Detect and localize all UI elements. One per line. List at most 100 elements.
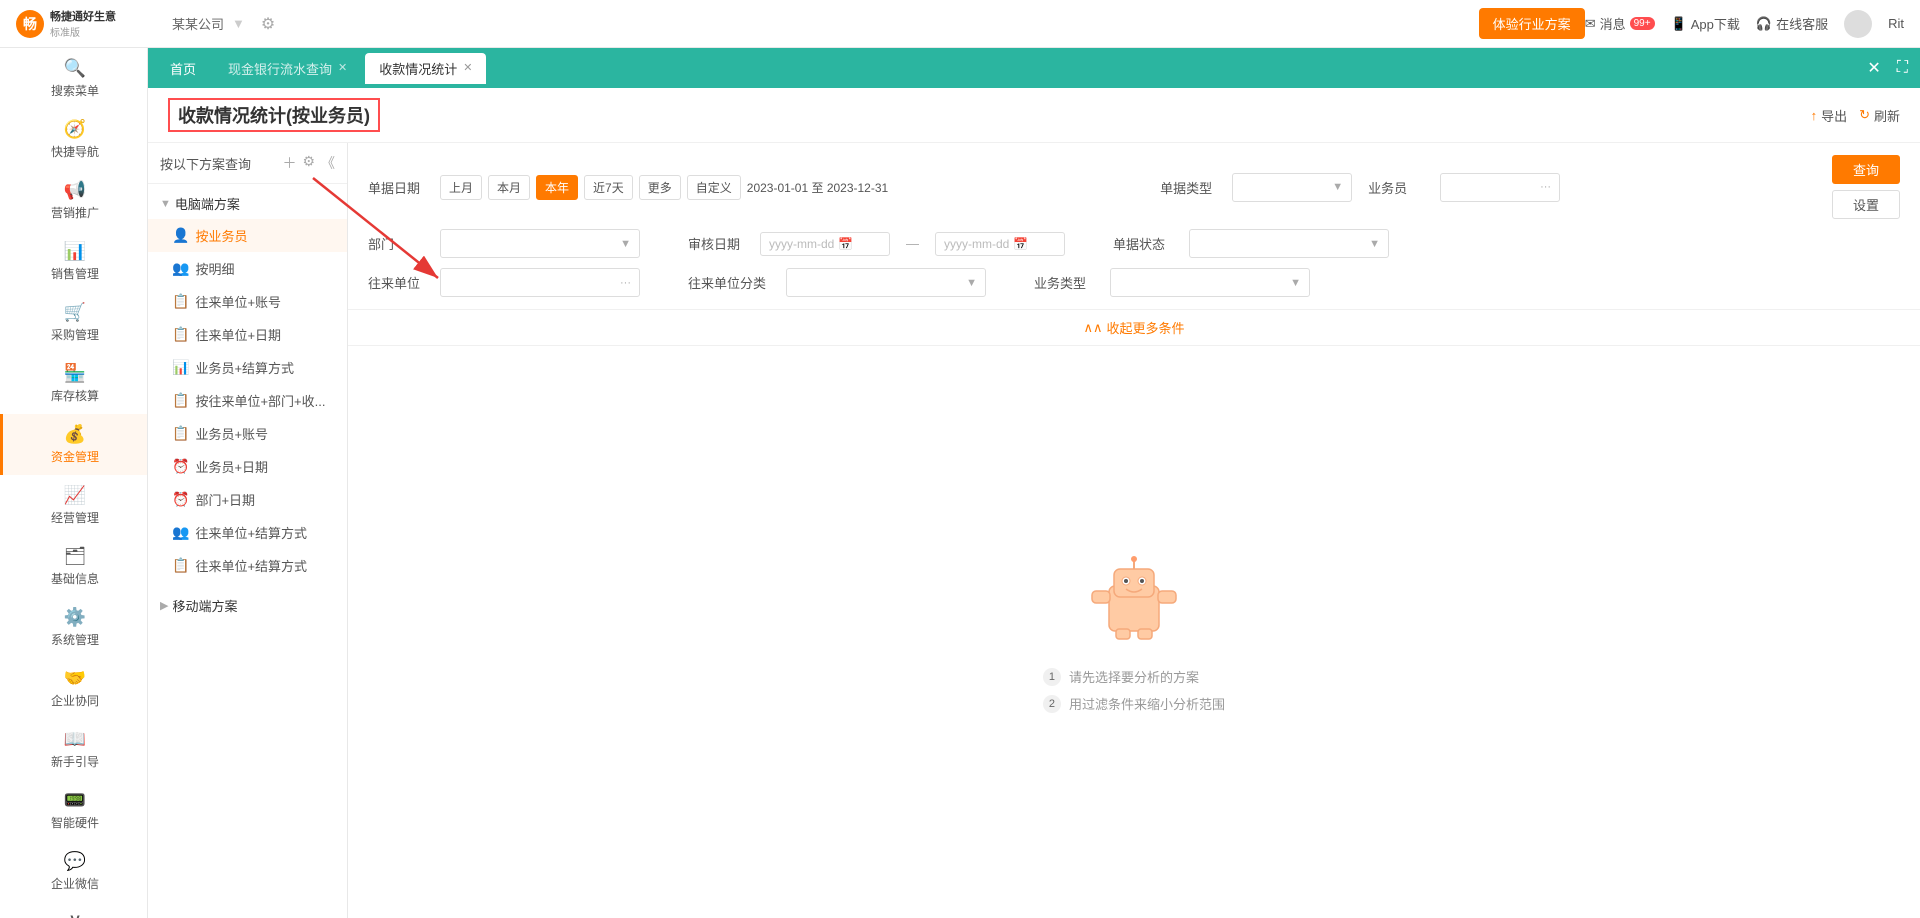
partner-select[interactable]: ··· (440, 268, 640, 297)
tab-maximize-button[interactable]: ⛶ (1893, 55, 1912, 81)
trial-button[interactable]: 体验行业方案 (1479, 8, 1585, 39)
collapse-scheme-icon[interactable]: 《 (321, 153, 335, 173)
scheme-item-salesman-payment[interactable]: 📊 业务员+结算方式 (148, 351, 347, 384)
date-btn-custom[interactable]: 自定义 (687, 175, 741, 200)
salesman-select[interactable]: ··· (1440, 173, 1560, 202)
partner-account-icon: 📋 (172, 293, 189, 310)
filter-row-3: 往来单位 ··· 往来单位分类 ▼ 业务类型 (368, 268, 1900, 297)
sidebar-item-inventory[interactable]: 🏪 库存核算 (0, 353, 147, 414)
tab-close-bank-flow[interactable]: ✕ (338, 63, 347, 74)
app-download-button[interactable]: 📱 App下载 (1671, 14, 1740, 33)
settings-button[interactable]: 设置 (1832, 190, 1900, 219)
guide-icon: 📖 (64, 729, 86, 750)
date-btn-last-month[interactable]: 上月 (440, 175, 482, 200)
doc-status-select[interactable]: ▼ (1189, 229, 1389, 258)
wechat-icon: 💬 (64, 851, 86, 872)
refresh-icon: ↻ (1859, 107, 1870, 123)
logo-area: 畅 畅捷通好生意 标准版 (16, 8, 164, 39)
audit-date-start-input[interactable]: yyyy-mm-dd 📅 (760, 232, 890, 256)
tab-close-collection-stats[interactable]: ✕ (463, 63, 472, 74)
export-button[interactable]: ↑ 导出 (1811, 106, 1848, 125)
content-area: 按以下方案查询 ＋ ⚙ 《 ▼ 电脑端方案 👤 按业务员 (148, 143, 1920, 918)
partner-settlement2-icon: 📋 (172, 557, 189, 574)
partner-more-icon[interactable]: ··· (620, 277, 631, 289)
search-icon: 🔍 (64, 58, 86, 79)
sidebar-item-marketing[interactable]: 📢 营销推广 (0, 170, 147, 231)
tab-close-all-button[interactable]: ✕ (1863, 54, 1884, 82)
partner-class-label: 往来单位分类 (688, 273, 766, 292)
doc-status-chevron: ▼ (1369, 238, 1380, 250)
tab-collection-stats[interactable]: 收款情况统计 ✕ (365, 53, 486, 84)
messages-button[interactable]: ✉ 消息 99+ (1585, 14, 1655, 33)
sidebar-item-basicinfo[interactable]: 🗂 基础信息 (0, 536, 147, 597)
sidebar-item-operations[interactable]: 📈 经营管理 (0, 475, 147, 536)
sales-icon: 📊 (64, 241, 86, 262)
salesman-more-icon[interactable]: ··· (1540, 181, 1551, 193)
sidebar-item-finance[interactable]: 💰 资金管理 (0, 414, 147, 475)
user-avatar[interactable] (1844, 10, 1872, 38)
scheme-item-partner-settlement1[interactable]: 👥 往来单位+结算方式 (148, 516, 347, 549)
desktop-expand-icon: ▼ (160, 198, 171, 210)
settings-scheme-icon[interactable]: ⚙ (302, 153, 315, 173)
scheme-item-salesman-date[interactable]: ⏰ 业务员+日期 (148, 450, 347, 483)
sidebar-item-hardware[interactable]: 📟 智能硬件 (0, 780, 147, 841)
date-btn-this-month[interactable]: 本月 (488, 175, 530, 200)
sidebar-item-wechat[interactable]: 💬 企业微信 (0, 841, 147, 902)
scheme-item-partner-account[interactable]: 📋 往来单位+账号 (148, 285, 347, 318)
sidebar-item-search[interactable]: 🔍 搜索菜单 (0, 48, 147, 109)
scheme-item-detail[interactable]: 👥 按明细 (148, 252, 347, 285)
tab-bar-actions: ✕ ⛶ (1863, 54, 1912, 82)
refresh-button[interactable]: ↻ 刷新 (1859, 106, 1900, 125)
breadcrumb: 某某公司 ▼ ⚙ (164, 14, 1479, 34)
sidebar-item-guide[interactable]: 📖 新手引导 (0, 719, 147, 780)
partner-class-select[interactable]: ▼ (786, 268, 986, 297)
dept-label: 部门 (368, 234, 424, 253)
date-btn-last-7-days[interactable]: 近7天 (584, 175, 633, 200)
audit-date-end-input[interactable]: yyyy-mm-dd 📅 (935, 232, 1065, 256)
partner-dept-icon: 📋 (172, 392, 189, 409)
sidebar-item-membership[interactable]: V 畅会员 (0, 902, 147, 918)
date-separator: — (906, 236, 919, 251)
scheme-item-partner-date[interactable]: 📋 往来单位+日期 (148, 318, 347, 351)
scheme-item-salesman[interactable]: 👤 按业务员 (148, 219, 347, 252)
marketing-icon: 📢 (64, 180, 86, 201)
sidebar-item-purchase[interactable]: 🛒 采购管理 (0, 292, 147, 353)
sidebar-item-corp-collab[interactable]: 🤝 企业协同 (0, 658, 147, 719)
add-scheme-icon[interactable]: ＋ (282, 153, 296, 173)
finance-icon: 💰 (64, 424, 86, 445)
voucher-type-select[interactable]: ▼ (1232, 173, 1352, 202)
scheme-header-actions: ＋ ⚙ 《 (282, 153, 335, 173)
biz-type-select[interactable]: ▼ (1110, 268, 1310, 297)
salesman-account-icon: 📋 (172, 425, 189, 442)
top-right-actions: ✉ 消息 99+ 📱 App下载 🎧 在线客服 Rit (1585, 10, 1904, 38)
settings-gear-icon[interactable]: ⚙ (261, 14, 275, 34)
voucher-type-chevron: ▼ (1332, 181, 1343, 193)
sidebar-item-system[interactable]: ⚙️ 系统管理 (0, 597, 147, 658)
download-icon: 📱 (1671, 16, 1687, 32)
scheme-item-dept-date[interactable]: ⏰ 部门+日期 (148, 483, 347, 516)
dept-select[interactable]: ▼ (440, 229, 640, 258)
scheme-item-partner-dept[interactable]: 📋 按往来单位+部门+收... (148, 384, 347, 417)
mobile-scheme-title[interactable]: ▶ 移动端方案 (148, 590, 347, 621)
tab-home[interactable]: 首页 (156, 53, 210, 84)
tab-bank-flow[interactable]: 现金银行流水查询 ✕ (214, 53, 361, 84)
online-service-button[interactable]: 🎧 在线客服 (1756, 14, 1828, 33)
query-button[interactable]: 查询 (1832, 155, 1900, 184)
layout: 🔍 搜索菜单 🧭 快捷导航 📢 营销推广 📊 销售管理 🛒 采购管理 🏪 库存核… (0, 0, 1920, 918)
collapse-icon: ∧∧ (1083, 320, 1102, 336)
desktop-scheme-section: ▼ 电脑端方案 👤 按业务员 👥 按明细 📋 往来单位+账号 (148, 184, 347, 586)
scheme-item-salesman-account[interactable]: 📋 业务员+账号 (148, 417, 347, 450)
sidebar-item-quicknav[interactable]: 🧭 快捷导航 (0, 109, 147, 170)
scheme-item-partner-settlement2[interactable]: 📋 往来单位+结算方式 (148, 549, 347, 582)
collapse-bar[interactable]: ∧∧ 收起更多条件 (348, 310, 1920, 346)
empty-state: 1 请先选择要分析的方案 2 用过滤条件来缩小分析范围 (348, 346, 1920, 918)
mobile-expand-icon: ▶ (160, 599, 168, 612)
desktop-scheme-title[interactable]: ▼ 电脑端方案 (148, 188, 347, 219)
sidebar-item-sales[interactable]: 📊 销售管理 (0, 231, 147, 292)
empty-hint-1: 1 请先选择要分析的方案 (1043, 667, 1225, 686)
page-title: 收款情况统计(按业务员) (168, 98, 380, 132)
operations-icon: 📈 (64, 485, 86, 506)
date-btn-this-year[interactable]: 本年 (536, 175, 578, 200)
date-btn-more[interactable]: 更多 (639, 175, 681, 200)
filter-area: 单据日期 上月 本月 本年 近7天 更多 自定义 2023-01-01 至 20… (348, 143, 1920, 310)
